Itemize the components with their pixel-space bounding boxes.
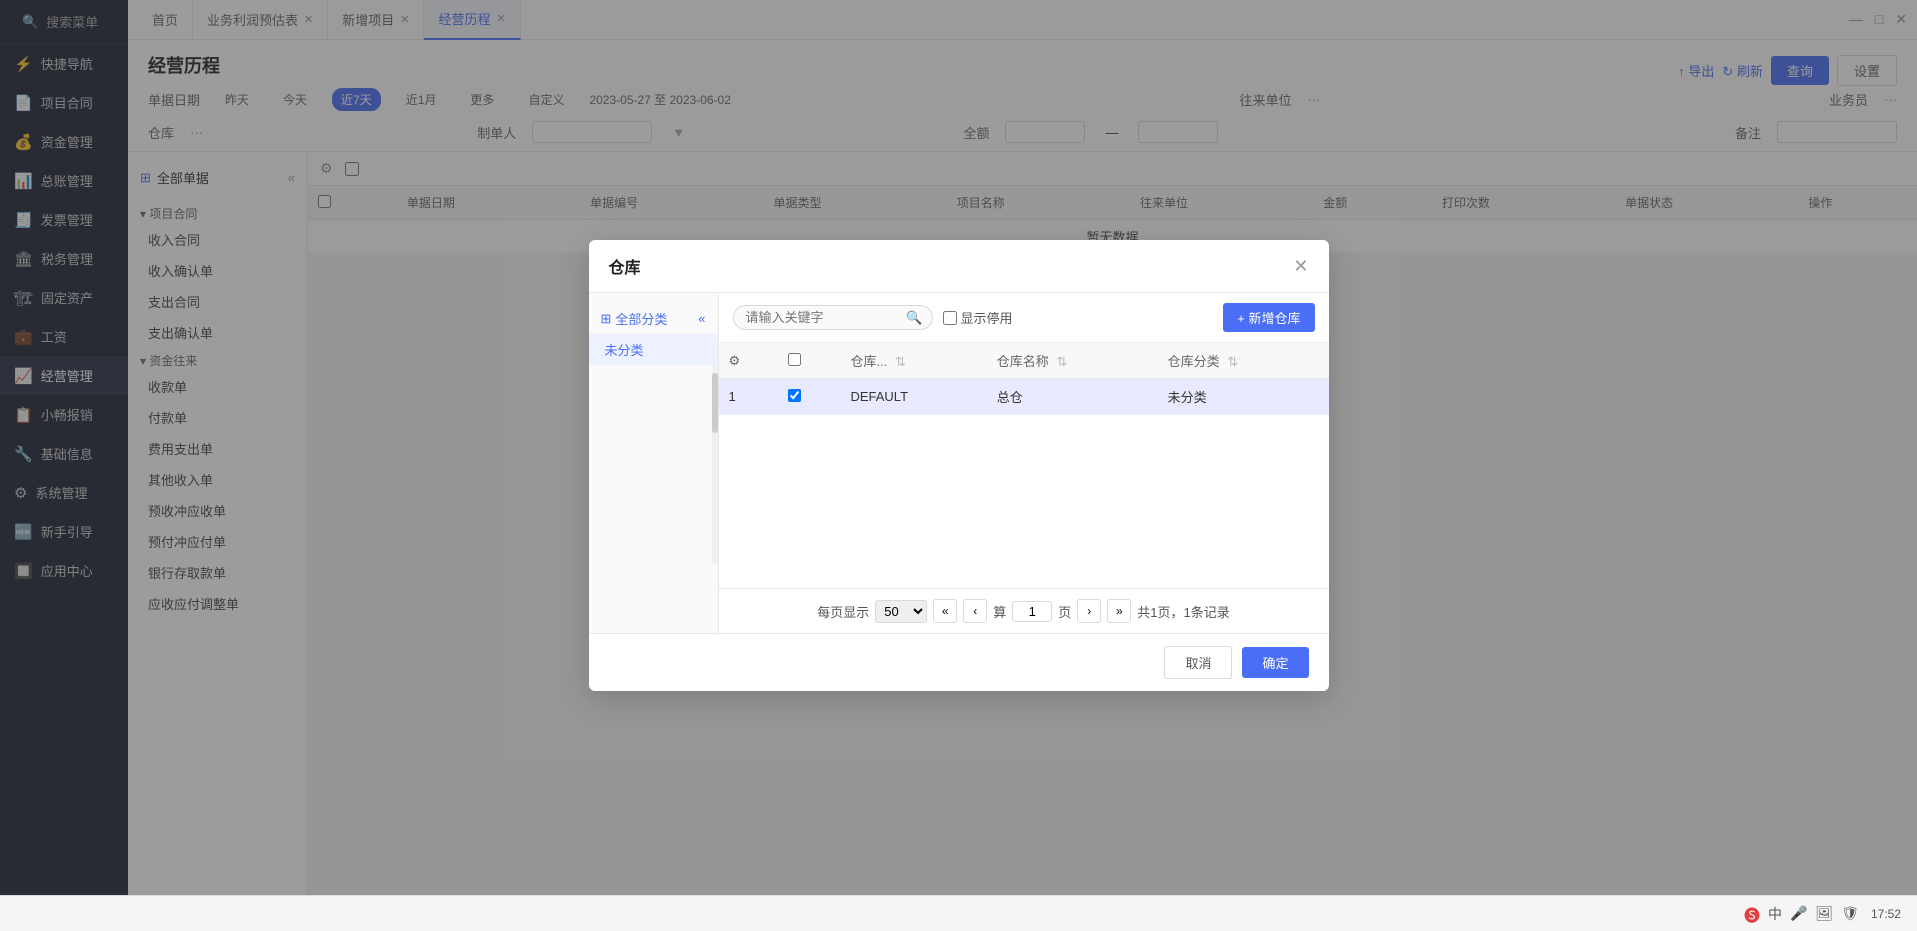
sort-icon: ⇅ (1056, 354, 1067, 369)
taskbar-icon-2: 中 (1768, 904, 1782, 924)
taskbar-icons: 🅢 中 🎤 🖼 🛡 (1744, 902, 1859, 926)
modal-toolbar: 🔍 显示停用 + 新增仓库 (719, 293, 1329, 343)
modal-table: ⚙ 仓库... ⇅ 仓库名称 ⇅ (719, 343, 1329, 415)
warehouse-modal: 仓库 ✕ ⊞ 全部分类 « 未分类 (589, 240, 1329, 691)
modal-th-settings: ⚙ (719, 343, 779, 379)
modal-first-page-btn[interactable]: « (933, 599, 957, 623)
sort-icon: ⇅ (1227, 354, 1238, 369)
modal-page-label: 算 (993, 602, 1006, 621)
modal-overlay: 仓库 ✕ ⊞ 全部分类 « 未分类 (0, 0, 1917, 931)
modal-select-all[interactable] (788, 353, 801, 366)
modal-table-header-row: ⚙ 仓库... ⇅ 仓库名称 ⇅ (719, 343, 1329, 379)
table-row[interactable]: 1 DEFAULT 总仓 未分类 (719, 379, 1329, 415)
modal-next-page-btn[interactable]: › (1077, 599, 1101, 623)
modal-header: 仓库 ✕ (589, 240, 1329, 293)
row-code: DEFAULT (840, 379, 986, 415)
modal-right: 🔍 显示停用 + 新增仓库 ⚙ (719, 293, 1329, 633)
modal-th-code: 仓库... ⇅ (840, 343, 986, 379)
taskbar: 🅢 中 🎤 🖼 🛡 17:52 (0, 895, 1917, 931)
modal-title: 仓库 (609, 254, 641, 278)
taskbar-time: 17:52 (1871, 907, 1901, 921)
modal-total-records: 共1页，1条记录 (1137, 602, 1229, 621)
modal-th-category: 仓库分类 ⇅ (1158, 343, 1329, 379)
modal-search-icon: 🔍 (906, 310, 922, 326)
modal-page-size-label: 每页显示 (817, 602, 869, 621)
add-warehouse-btn[interactable]: + 新增仓库 (1223, 303, 1314, 332)
modal-left-nav: ⊞ 全部分类 « 未分类 (589, 293, 719, 633)
modal-search-input[interactable] (733, 305, 933, 330)
modal-cancel-btn[interactable]: 取消 (1164, 646, 1232, 679)
modal-confirm-btn[interactable]: 确定 (1242, 647, 1308, 678)
modal-page-size-select[interactable]: 50 100 (875, 600, 927, 623)
taskbar-icon-5: 🛡 (1841, 905, 1859, 922)
modal-left-unclassified[interactable]: 未分类 (589, 334, 718, 365)
row-category: 未分类 (1158, 379, 1329, 415)
modal-footer: 取消 确定 (589, 633, 1329, 691)
modal-left-all-category[interactable]: ⊞ 全部分类 « (589, 303, 718, 334)
modal-page-end: 页 (1058, 602, 1071, 621)
settings-icon[interactable]: ⚙ (729, 353, 741, 368)
modal-last-page-btn[interactable]: » (1107, 599, 1131, 623)
taskbar-icon-3: 🎤 (1790, 905, 1807, 922)
modal-th-checkbox (778, 343, 840, 379)
modal-prev-page-btn[interactable]: ‹ (963, 599, 987, 623)
grid-icon: ⊞ (601, 311, 612, 327)
taskbar-icon-4: 🖼 (1815, 905, 1833, 922)
modal-close-btn[interactable]: ✕ (1293, 256, 1308, 277)
modal-left-all-label: 全部分类 (615, 309, 667, 328)
modal-th-name: 仓库名称 ⇅ (987, 343, 1158, 379)
row-checkbox (778, 379, 840, 415)
sort-icon: ⇅ (895, 354, 906, 369)
show-disabled-label[interactable]: 显示停用 (943, 308, 1013, 327)
modal-body: ⊞ 全部分类 « 未分类 (589, 293, 1329, 633)
row-name: 总仓 (987, 379, 1158, 415)
modal-page-input[interactable] (1012, 601, 1052, 622)
modal-left-collapse-icon[interactable]: « (698, 311, 705, 326)
show-disabled-checkbox[interactable] (943, 311, 957, 325)
modal-pagination: 每页显示 50 100 « ‹ 算 页 › » 共1页，1条记录 (719, 588, 1329, 633)
row-settings: 1 (719, 379, 779, 415)
taskbar-icon-1: 🅢 (1744, 902, 1760, 926)
